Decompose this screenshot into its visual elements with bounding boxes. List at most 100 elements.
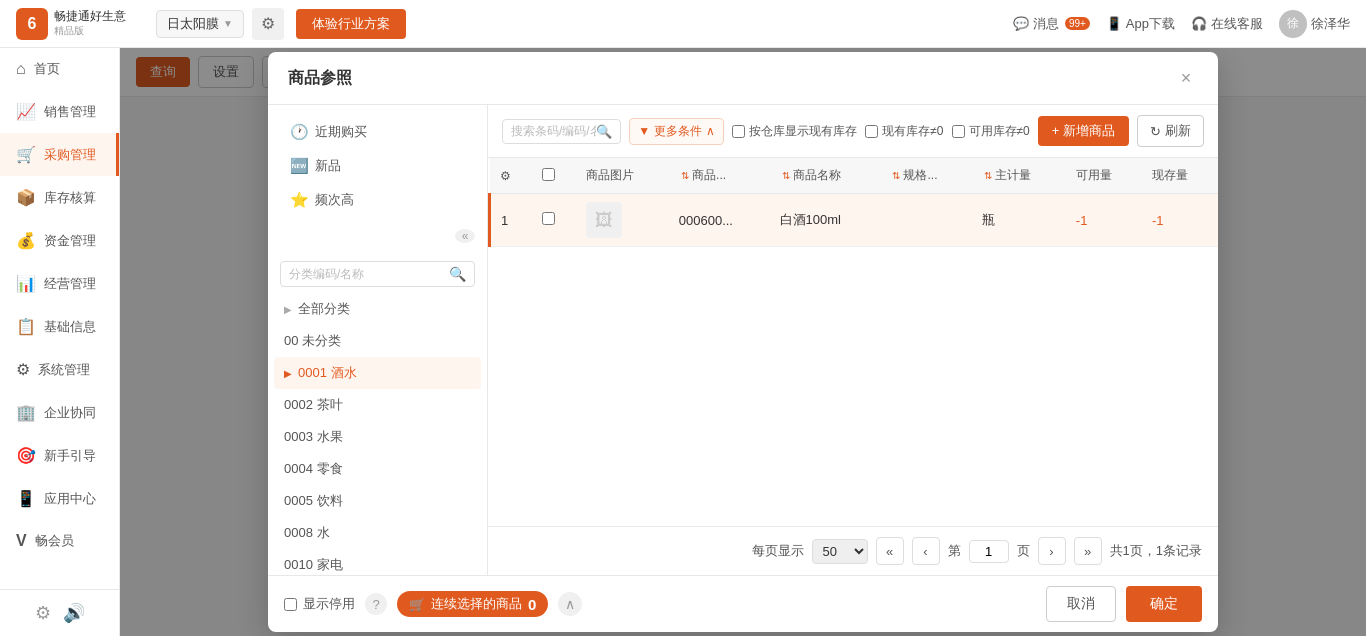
warehouse-filter-checkbox[interactable]: 按仓库显示现有库存: [732, 123, 857, 140]
messages-nav[interactable]: 💬 消息 99+: [1013, 15, 1090, 33]
modal-title: 商品参照: [288, 68, 352, 89]
online-service-nav[interactable]: 🎧 在线客服: [1191, 15, 1263, 33]
category-0004[interactable]: 0004 零食: [274, 453, 481, 485]
sidebar-item-finance[interactable]: 💰 资金管理: [0, 219, 119, 262]
user-avatar: 徐: [1279, 10, 1307, 38]
sidebar-item-guide[interactable]: 🎯 新手引导: [0, 434, 119, 477]
sidebar-settings-icon[interactable]: ⚙: [35, 602, 51, 624]
category-search-box: 🔍: [280, 261, 475, 287]
select-all-checkbox[interactable]: [542, 168, 555, 181]
modal-close-button[interactable]: ×: [1174, 66, 1198, 90]
show-disabled-input[interactable]: [284, 598, 297, 611]
main-area: 查询 设置 刷新 商品参照 × 🕐 近期购买: [120, 48, 1366, 636]
cart-label: 连续选择的商品: [431, 595, 522, 613]
home-icon: ⌂: [16, 60, 26, 78]
next-page-button[interactable]: ›: [1038, 537, 1066, 565]
sidebar-item-inventory[interactable]: 📦 库存核算: [0, 176, 119, 219]
category-0002[interactable]: 0002 茶叶: [274, 389, 481, 421]
refresh-icon: ↻: [1150, 124, 1161, 139]
confirm-button[interactable]: 确定: [1126, 586, 1202, 622]
trial-button[interactable]: 体验行业方案: [296, 9, 406, 39]
warehouse-checkbox-input[interactable]: [732, 125, 745, 138]
col-settings: ⚙: [490, 158, 532, 194]
operation-icon: 📊: [16, 274, 36, 293]
new-label: 新品: [315, 157, 341, 175]
pagination-bar: 每页显示 50 10 20 100 « ‹ 第 页 › »: [488, 526, 1218, 575]
category-0010[interactable]: 0010 家电: [274, 549, 481, 575]
help-icon-button[interactable]: ?: [365, 593, 387, 615]
new-icon: 🆕: [290, 157, 309, 175]
available-filter-checkbox[interactable]: 现有库存≠0: [865, 123, 943, 140]
sidebar-item-basic[interactable]: 📋 基础信息: [0, 305, 119, 348]
col-name-sort-icon: ⇅: [782, 170, 790, 181]
sidebar-item-system[interactable]: ⚙ 系统管理: [0, 348, 119, 391]
category-00[interactable]: 00 未分类: [274, 325, 481, 357]
user-name: 徐泽华: [1311, 15, 1350, 33]
product-table-container: ⚙ 商品图片 ⇅ 商品...: [488, 158, 1218, 526]
category-search-icon[interactable]: 🔍: [449, 266, 466, 282]
enterprise-icon: 🏢: [16, 403, 36, 422]
sidebar-item-home[interactable]: ⌂ 首页: [0, 48, 119, 90]
frequent-label: 频次高: [315, 191, 354, 209]
new-products-item[interactable]: 🆕 新品: [280, 149, 475, 183]
row-checkbox[interactable]: [542, 212, 555, 225]
available-checkbox-input[interactable]: [865, 125, 878, 138]
app-download-nav[interactable]: 📱 App下载: [1106, 15, 1175, 33]
category-0005[interactable]: 0005 饮料: [274, 485, 481, 517]
modal-overlay: 商品参照 × 🕐 近期购买 🆕 新品: [120, 48, 1366, 636]
sidebar-item-purchase[interactable]: 🛒 采购管理: [0, 133, 119, 176]
page-number-input[interactable]: [969, 540, 1009, 563]
col-unit-header[interactable]: ⇅ 主计量: [972, 158, 1066, 194]
more-filter-button[interactable]: ▼ 更多条件 ∧: [629, 118, 724, 145]
total-info: 共1页，1条记录: [1110, 542, 1202, 560]
sidebar-label-system: 系统管理: [38, 361, 90, 379]
usable-checkbox-input[interactable]: [952, 125, 965, 138]
modal-toolbar: 🔍 ▼ 更多条件 ∧ 按仓库显示现有库存: [488, 105, 1218, 158]
cancel-button[interactable]: 取消: [1046, 586, 1116, 622]
frequent-item[interactable]: ⭐ 频次高: [280, 183, 475, 217]
col-spec-header[interactable]: ⇅ 规格...: [880, 158, 971, 194]
prev-page-button[interactable]: ‹: [912, 537, 940, 565]
store-selector[interactable]: 日太阳膜 ▼: [156, 10, 244, 38]
col-settings-icon[interactable]: ⚙: [500, 169, 511, 183]
last-page-button[interactable]: »: [1074, 537, 1102, 565]
recent-purchases-item[interactable]: 🕐 近期购买: [280, 115, 475, 149]
sidebar-item-sales[interactable]: 📈 销售管理: [0, 90, 119, 133]
cell-unit: 瓶: [972, 194, 1066, 247]
collapse-left-button[interactable]: «: [455, 229, 475, 243]
collapse-cart-button[interactable]: ∧: [558, 592, 582, 616]
category-0001[interactable]: ▶ 0001 酒水: [274, 357, 481, 389]
sidebar-item-operation[interactable]: 📊 经营管理: [0, 262, 119, 305]
col-code-header[interactable]: ⇅ 商品...: [669, 158, 770, 194]
category-0003-label: 0003 水果: [284, 428, 343, 446]
show-disabled-checkbox[interactable]: 显示停用: [284, 595, 355, 613]
category-search-input[interactable]: [289, 267, 449, 281]
sidebar-item-member[interactable]: V 畅会员: [0, 520, 119, 562]
product-image: 🖼: [586, 202, 622, 238]
sidebar: ⌂ 首页 📈 销售管理 🛒 采购管理 📦 库存核算 💰 资金管理 📊 经营管理 …: [0, 48, 120, 636]
category-0008[interactable]: 0008 水: [274, 517, 481, 549]
add-product-button[interactable]: + 新增商品: [1038, 116, 1129, 146]
continuous-select-cart[interactable]: 🛒 连续选择的商品 0: [397, 591, 548, 617]
product-search-input[interactable]: [511, 124, 596, 138]
usable-filter-checkbox[interactable]: 可用库存≠0: [952, 123, 1030, 140]
sidebar-item-enterprise[interactable]: 🏢 企业协同: [0, 391, 119, 434]
category-0010-label: 0010 家电: [284, 556, 343, 574]
product-search-icon[interactable]: 🔍: [596, 124, 612, 139]
settings-icon[interactable]: ⚙: [252, 8, 284, 40]
cell-spec: [880, 194, 971, 247]
user-nav[interactable]: 徐 徐泽华: [1279, 10, 1350, 38]
first-page-button[interactable]: «: [876, 537, 904, 565]
sidebar-sound-icon[interactable]: 🔊: [63, 602, 85, 624]
sidebar-item-apps[interactable]: 📱 应用中心: [0, 477, 119, 520]
cat0001-arrow-icon: ▶: [284, 368, 292, 379]
category-0003[interactable]: 0003 水果: [274, 421, 481, 453]
page-size-select[interactable]: 50 10 20 100: [812, 539, 868, 564]
sidebar-label-guide: 新手引导: [44, 447, 96, 465]
table-row[interactable]: 1 🖼 000600... 白酒100ml: [490, 194, 1219, 247]
col-name-header[interactable]: ⇅ 商品名称: [770, 158, 881, 194]
recent-icon: 🕐: [290, 123, 309, 141]
category-all[interactable]: ▶ 全部分类: [274, 293, 481, 325]
sidebar-label-finance: 资金管理: [44, 232, 96, 250]
refresh-button[interactable]: ↻ 刷新: [1137, 115, 1204, 147]
